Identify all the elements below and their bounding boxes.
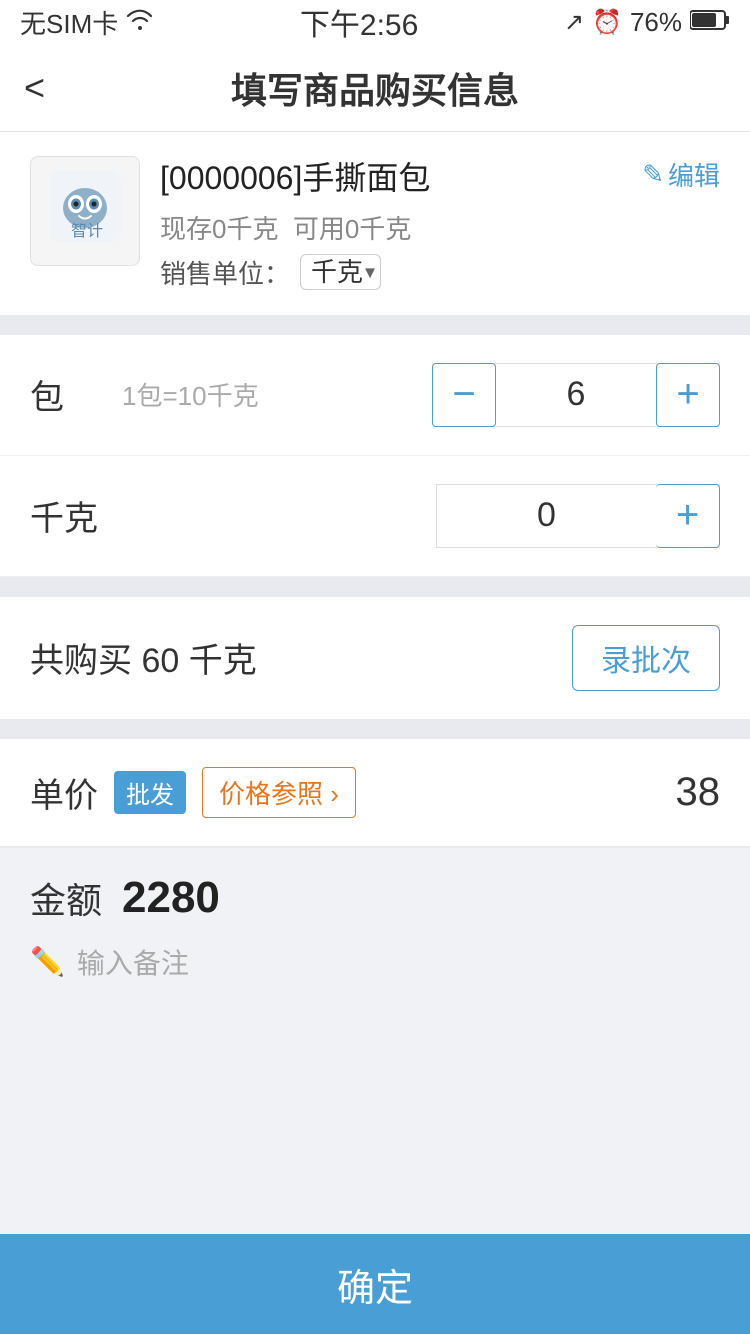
bao-minus-button[interactable]: − bbox=[432, 363, 496, 427]
product-image: 智计 bbox=[30, 156, 140, 266]
qianke-input-row: 千克 + bbox=[0, 456, 750, 577]
bao-input-row: 包 1包=10千克 − + bbox=[0, 335, 750, 456]
summary-row: 共购买 60 千克 录批次 bbox=[0, 597, 750, 719]
edit-button[interactable]: ✎ 编辑 bbox=[642, 156, 720, 193]
product-card: 智计 [0000006]手撕面包 现存0千克 可用0千克 销售单位： 千克 包 … bbox=[0, 132, 750, 315]
alarm-icon: ⏰ bbox=[592, 8, 622, 37]
product-name: [0000006]手撕面包 bbox=[160, 156, 720, 201]
svg-text:智计: 智计 bbox=[71, 222, 103, 240]
battery-text: 76% bbox=[630, 7, 682, 38]
price-value: 38 bbox=[676, 770, 721, 815]
batch-button[interactable]: 录批次 bbox=[572, 625, 720, 691]
edit-icon: ✎ bbox=[642, 159, 664, 190]
section-divider-1 bbox=[0, 315, 750, 335]
price-tag: 批发 bbox=[114, 771, 186, 814]
wifi-icon bbox=[126, 7, 154, 38]
amount-section: 金额 2280 ✏️ 输入备注 bbox=[0, 848, 750, 982]
price-label: 单价 bbox=[30, 768, 98, 817]
confirm-button[interactable]: 确定 bbox=[0, 1234, 750, 1334]
status-left: 无SIM卡 bbox=[20, 4, 154, 41]
qianke-qty-control: + bbox=[436, 484, 720, 548]
remark-icon: ✏️ bbox=[30, 945, 65, 978]
product-stock: 现存0千克 可用0千克 bbox=[160, 209, 720, 246]
page-title: 填写商品购买信息 bbox=[231, 62, 519, 114]
product-logo-icon: 智计 bbox=[49, 170, 121, 253]
unit-select-wrap[interactable]: 千克 包 bbox=[300, 254, 381, 290]
bottom-spacer bbox=[0, 982, 750, 1102]
amount-value: 2280 bbox=[122, 873, 220, 923]
battery-icon bbox=[690, 7, 730, 38]
price-ref-button[interactable]: 价格参照 › bbox=[202, 767, 356, 818]
carrier-text: 无SIM卡 bbox=[20, 4, 118, 41]
status-right: ↗ ⏰ 76% bbox=[564, 7, 730, 38]
amount-row: 金额 2280 bbox=[30, 872, 720, 924]
bao-sublabel: 1包=10千克 bbox=[122, 376, 432, 413]
bao-label: 包 bbox=[30, 370, 110, 419]
location-icon: ↗ bbox=[564, 8, 584, 37]
nav-bar: < 填写商品购买信息 bbox=[0, 44, 750, 132]
price-section: 单价 批发 价格参照 › 38 bbox=[0, 739, 750, 846]
section-divider-3 bbox=[0, 719, 750, 739]
status-time: 下午2:56 bbox=[300, 0, 418, 44]
bao-qty-control: − + bbox=[432, 363, 720, 427]
bao-plus-button[interactable]: + bbox=[656, 363, 720, 427]
remark-row[interactable]: ✏️ 输入备注 bbox=[30, 942, 720, 982]
bao-qty-input[interactable] bbox=[496, 363, 656, 427]
unit-select[interactable]: 千克 包 bbox=[300, 254, 381, 290]
back-button[interactable]: < bbox=[24, 67, 45, 109]
remark-placeholder[interactable]: 输入备注 bbox=[77, 942, 189, 982]
qianke-plus-button[interactable]: + bbox=[656, 484, 720, 548]
product-info: [0000006]手撕面包 现存0千克 可用0千克 销售单位： 千克 包 bbox=[160, 156, 720, 291]
section-divider-2 bbox=[0, 577, 750, 597]
amount-label: 金额 bbox=[30, 872, 102, 924]
status-bar: 无SIM卡 下午2:56 ↗ ⏰ 76% bbox=[0, 0, 750, 44]
input-section: 包 1包=10千克 − + 千克 + bbox=[0, 335, 750, 577]
summary-text: 共购买 60 千克 bbox=[30, 633, 257, 682]
product-unit-row: 销售单位： 千克 包 bbox=[160, 254, 720, 291]
qianke-qty-input[interactable] bbox=[436, 484, 656, 548]
qianke-label: 千克 bbox=[30, 491, 110, 540]
